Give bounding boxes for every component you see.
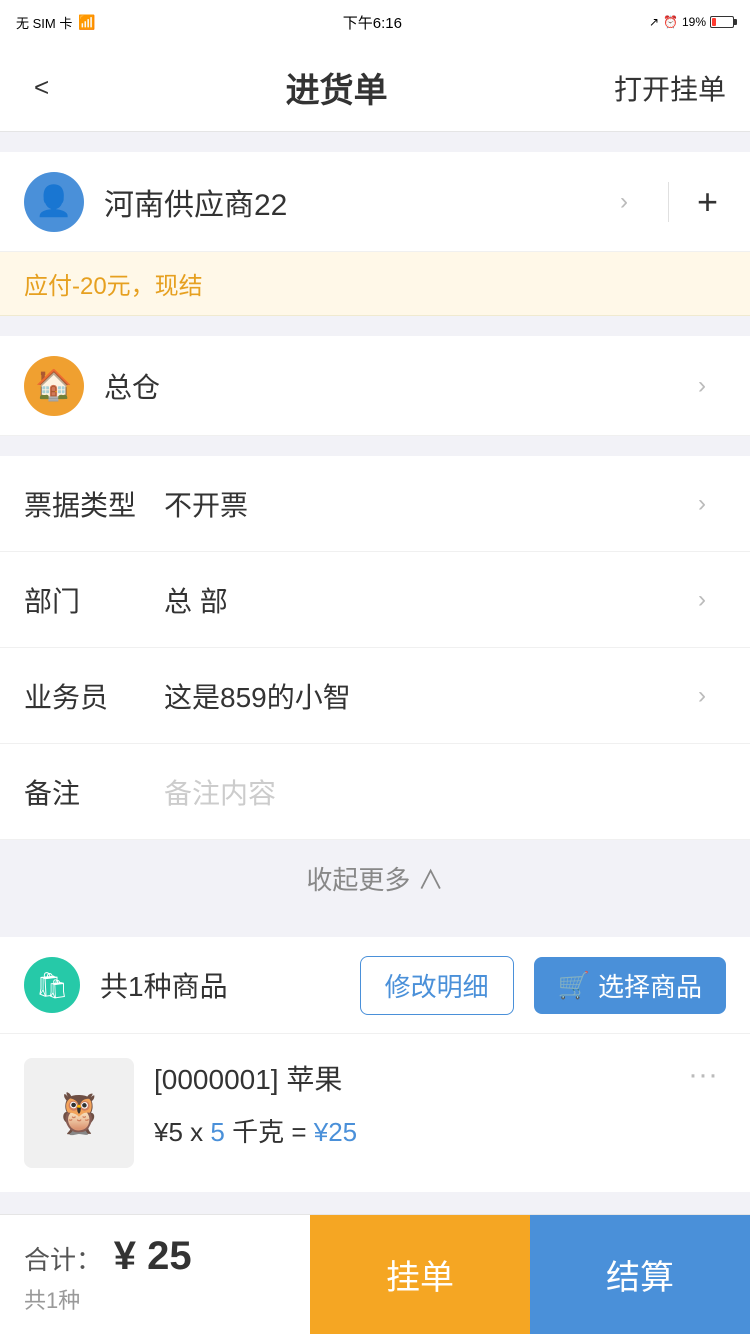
alarm-icon: ⏰ bbox=[663, 15, 678, 29]
price-value: ¥5 bbox=[154, 1117, 183, 1147]
total-count: 共1种 bbox=[24, 1283, 286, 1315]
checkout-button[interactable]: 结算 bbox=[530, 1215, 750, 1334]
product-info: [0000001] 苹果 ¥5 x 5 千克 = ¥25 bbox=[154, 1058, 660, 1149]
status-left: 无 SIM 卡 📶 bbox=[16, 13, 96, 32]
hang-button[interactable]: 挂单 bbox=[310, 1215, 530, 1334]
supplier-chevron-icon: › bbox=[620, 188, 628, 216]
invoice-row[interactable]: 票据类型 不开票 › bbox=[0, 456, 750, 552]
supplier-name: 河南供应商22 bbox=[104, 180, 620, 224]
select-product-icon: 🛒 bbox=[558, 970, 590, 1001]
product-header: 🛍 共1种商品 修改明细 🛒 选择商品 bbox=[0, 937, 750, 1033]
location-icon: ↗ bbox=[649, 15, 659, 29]
product-id: [0000001] bbox=[154, 1064, 279, 1095]
salesman-label: 业务员 bbox=[24, 676, 164, 716]
product-count-label: 共1种商品 bbox=[100, 965, 340, 1005]
divider-1 bbox=[0, 316, 750, 336]
remark-input[interactable]: 备注内容 bbox=[164, 772, 726, 812]
warehouse-icon-wrap: 🏠 bbox=[24, 356, 84, 416]
salesman-row[interactable]: 业务员 这是859的小智 › bbox=[0, 648, 750, 744]
warehouse-name: 总仓 bbox=[104, 366, 698, 406]
status-bar: 无 SIM 卡 📶 下午6:16 ↗ ⏰ 19% bbox=[0, 0, 750, 44]
warehouse-row[interactable]: 🏠 总仓 › bbox=[0, 336, 750, 436]
product-count-icon: 🛍 bbox=[35, 970, 68, 1001]
total-section: 合计： ¥ 25 共1种 bbox=[0, 1234, 310, 1315]
product-count-icon-wrap: 🛍 bbox=[24, 957, 80, 1013]
divider-top bbox=[0, 132, 750, 152]
unit-value: 千克 bbox=[232, 1117, 284, 1147]
divider-3 bbox=[0, 917, 750, 937]
notice-bar: 应付-20元，现结 bbox=[0, 252, 750, 316]
wifi-icon: 📶 bbox=[78, 14, 95, 31]
open-hang-button[interactable]: 打开挂单 bbox=[614, 68, 726, 108]
salesman-chevron-icon: › bbox=[698, 682, 706, 710]
salesman-value: 这是859的小智 bbox=[164, 676, 698, 716]
department-label: 部门 bbox=[24, 580, 164, 620]
collapse-toggle[interactable]: 收起更多 ∧ bbox=[0, 840, 750, 917]
page-title: 进货单 bbox=[286, 63, 388, 112]
price-multiply: x bbox=[190, 1117, 210, 1147]
nav-bar: < 进货单 打开挂单 bbox=[0, 44, 750, 132]
warehouse-chevron-icon: › bbox=[698, 372, 706, 400]
add-button[interactable]: + bbox=[689, 181, 726, 223]
total-label: 合计： bbox=[24, 1245, 102, 1275]
time-label: 下午6:16 bbox=[343, 12, 402, 33]
remark-row[interactable]: 备注 备注内容 bbox=[0, 744, 750, 840]
product-title: 苹果 bbox=[286, 1064, 342, 1095]
carrier-label: 无 SIM 卡 bbox=[16, 13, 72, 32]
product-name: [0000001] 苹果 bbox=[154, 1058, 660, 1098]
department-chevron-icon: › bbox=[698, 586, 706, 614]
form-section: 票据类型 不开票 › 部门 总 部 › 业务员 这是859的小智 › 备注 备注… bbox=[0, 456, 750, 840]
department-value: 总 部 bbox=[164, 580, 698, 620]
select-product-button[interactable]: 🛒 选择商品 bbox=[534, 957, 726, 1014]
warehouse-icon: 🏠 bbox=[35, 368, 72, 403]
price-equal: = bbox=[291, 1117, 313, 1147]
products-section: 🛍 共1种商品 修改明细 🛒 选择商品 🦉 [0000001] 苹果 ¥5 x … bbox=[0, 937, 750, 1192]
back-button[interactable]: < bbox=[24, 62, 59, 113]
supplier-row[interactable]: 👤 河南供应商22 › + bbox=[0, 152, 750, 252]
notice-text: 应付-20元，现结 bbox=[24, 273, 203, 300]
divider-2 bbox=[0, 436, 750, 456]
select-product-label: 选择商品 bbox=[598, 967, 702, 1004]
bottom-bar: 合计： ¥ 25 共1种 挂单 结算 bbox=[0, 1214, 750, 1334]
invoice-chevron-icon: › bbox=[698, 490, 706, 518]
avatar-icon: 👤 bbox=[35, 184, 72, 219]
vertical-divider bbox=[668, 182, 669, 222]
total-value: ¥25 bbox=[314, 1117, 357, 1147]
battery-label: 19% bbox=[682, 15, 706, 29]
invoice-value: 不开票 bbox=[164, 484, 698, 524]
collapse-label: 收起更多 ∧ bbox=[306, 865, 443, 895]
warehouse-section: 🏠 总仓 › bbox=[0, 336, 750, 436]
product-thumb-icon: 🦉 bbox=[54, 1090, 104, 1137]
status-right: ↗ ⏰ 19% bbox=[649, 15, 734, 29]
battery-icon bbox=[710, 16, 734, 28]
supplier-avatar: 👤 bbox=[24, 172, 84, 232]
department-row[interactable]: 部门 总 部 › bbox=[0, 552, 750, 648]
invoice-label: 票据类型 bbox=[24, 484, 164, 524]
product-thumbnail: 🦉 bbox=[24, 1058, 134, 1168]
remark-label: 备注 bbox=[24, 772, 164, 812]
quantity-value: 5 bbox=[210, 1117, 224, 1147]
product-price: ¥5 x 5 千克 = ¥25 bbox=[154, 1112, 660, 1149]
total-line: 合计： ¥ 25 bbox=[24, 1234, 286, 1279]
supplier-section: 👤 河南供应商22 › + 应付-20元，现结 bbox=[0, 152, 750, 316]
product-more-button[interactable]: ··· bbox=[680, 1058, 726, 1092]
edit-detail-button[interactable]: 修改明细 bbox=[360, 956, 514, 1015]
product-item: 🦉 [0000001] 苹果 ¥5 x 5 千克 = ¥25 ··· bbox=[0, 1033, 750, 1192]
total-amount: ¥ 25 bbox=[114, 1234, 192, 1278]
